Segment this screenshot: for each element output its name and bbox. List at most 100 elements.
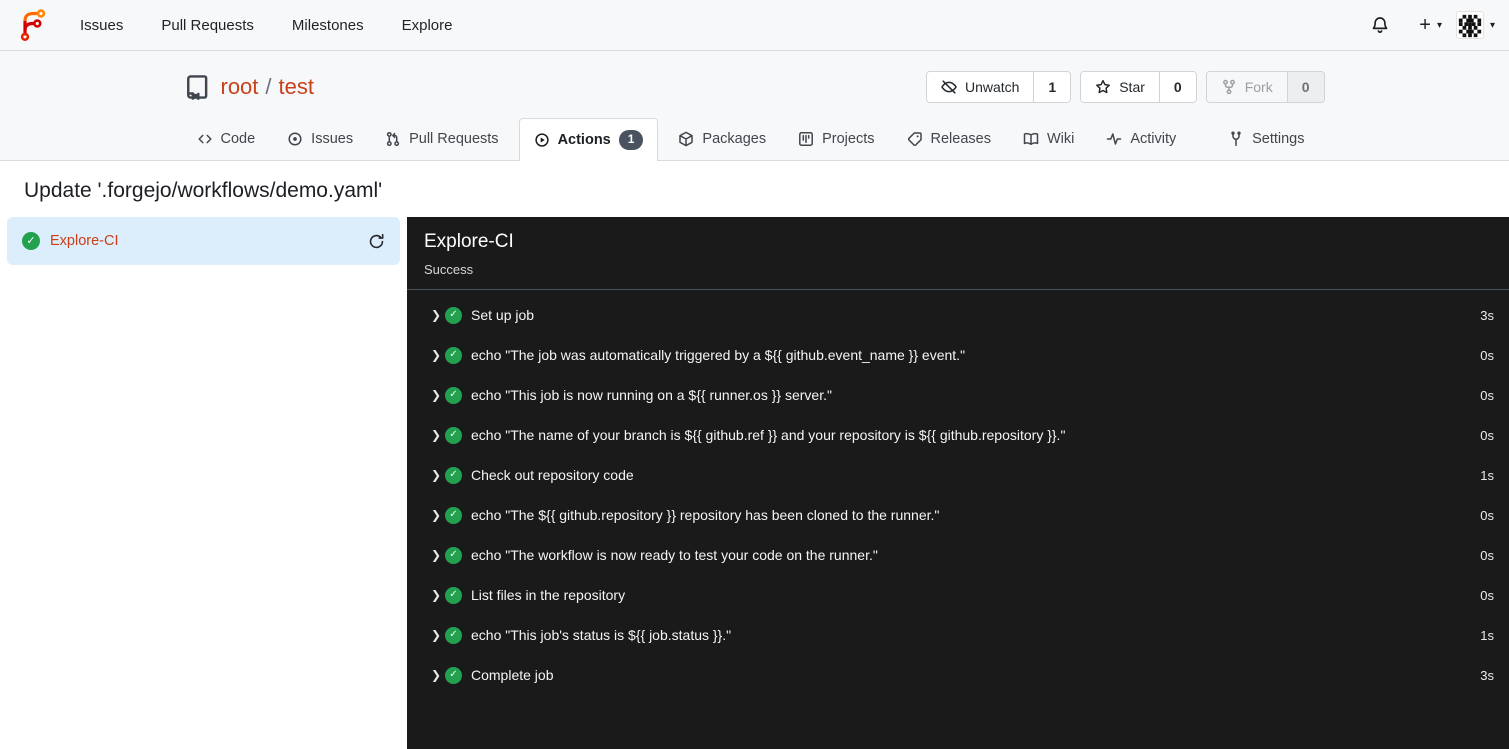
job-label: Explore-CI — [50, 233, 119, 249]
tab-pull-requests[interactable]: Pull Requests — [373, 118, 510, 160]
repo-action-buttons: Unwatch 1 Star 0 Fork 0 — [925, 71, 1325, 103]
star-count[interactable]: 0 — [1158, 72, 1196, 102]
repo-separator: / — [265, 74, 272, 99]
chevron-right-icon[interactable]: ❯ — [431, 348, 445, 362]
avatar — [1455, 11, 1484, 39]
caret-down-icon: ▾ — [1489, 19, 1495, 31]
navbar-right: + ▾ ▾ — [1371, 11, 1495, 39]
fork-button-group: Fork 0 — [1205, 71, 1325, 103]
chevron-right-icon[interactable]: ❯ — [431, 468, 445, 482]
step-row[interactable]: ❯ ✓ echo "The name of your branch is ${{… — [407, 415, 1509, 455]
play-circle-icon — [534, 133, 549, 147]
step-duration: 0s — [1480, 427, 1494, 443]
tab-code[interactable]: Code — [185, 118, 268, 160]
tab-settings[interactable]: Settings — [1216, 118, 1316, 160]
step-name: Complete job — [471, 667, 554, 683]
pulse-icon — [1107, 133, 1122, 145]
chevron-right-icon[interactable]: ❯ — [431, 668, 445, 682]
step-success-icon: ✓ — [445, 626, 462, 644]
step-row[interactable]: ❯ ✓ List files in the repository 0s — [407, 575, 1509, 615]
step-row[interactable]: ❯ ✓ Complete job 3s — [407, 655, 1509, 695]
chevron-right-icon[interactable]: ❯ — [431, 628, 445, 642]
watch-button-group: Unwatch 1 — [925, 71, 1072, 103]
nav-milestones[interactable]: Milestones — [292, 17, 364, 34]
step-duration: 0s — [1480, 507, 1494, 523]
watch-count[interactable]: 1 — [1033, 72, 1071, 102]
step-success-icon: ✓ — [445, 546, 462, 564]
chevron-right-icon[interactable]: ❯ — [431, 588, 445, 602]
step-success-icon: ✓ — [445, 346, 462, 364]
step-name: List files in the repository — [471, 587, 626, 603]
job-list-item[interactable]: ✓ Explore-CI — [7, 217, 400, 265]
step-row[interactable]: ❯ ✓ echo "The workflow is now ready to t… — [407, 535, 1509, 575]
job-run-panel: Explore-CI Success ❯ ✓ Set up job 3s ❯ ✓… — [407, 217, 1509, 749]
job-success-check-icon: ✓ — [22, 232, 40, 250]
plus-icon: + — [1419, 14, 1431, 36]
top-navbar: Issues Pull Requests Milestones Explore … — [0, 0, 1509, 51]
fork-button: Fork — [1206, 72, 1287, 102]
step-success-icon: ✓ — [445, 586, 462, 604]
chevron-right-icon[interactable]: ❯ — [431, 508, 445, 522]
step-row[interactable]: ❯ ✓ Set up job 3s — [407, 295, 1509, 335]
step-row[interactable]: ❯ ✓ echo "This job is now running on a $… — [407, 375, 1509, 415]
step-row[interactable]: ❯ ✓ echo "The job was automatically trig… — [407, 335, 1509, 375]
step-duration: 3s — [1480, 667, 1494, 683]
chevron-right-icon[interactable]: ❯ — [431, 548, 445, 562]
step-row[interactable]: ❯ ✓ echo "This job's status is ${{ job.s… — [407, 615, 1509, 655]
step-success-icon: ✓ — [445, 666, 462, 684]
forgejo-logo-icon — [20, 9, 46, 41]
unwatch-button[interactable]: Unwatch — [926, 72, 1034, 102]
code-icon — [197, 134, 212, 144]
nav-pull-requests[interactable]: Pull Requests — [161, 17, 254, 34]
tab-projects[interactable]: Projects — [786, 118, 886, 160]
tab-issues[interactable]: Issues — [275, 118, 365, 160]
step-success-icon: ✓ — [445, 426, 462, 444]
fork-icon — [1222, 79, 1235, 95]
page: Issues Pull Requests Milestones Explore … — [0, 0, 1509, 749]
repo-owner-link[interactable]: root — [221, 74, 259, 99]
create-new-button[interactable]: + ▾ — [1419, 15, 1442, 35]
fork-count: 0 — [1286, 72, 1324, 102]
nav-explore[interactable]: Explore — [402, 17, 453, 34]
step-duration: 3s — [1480, 307, 1494, 323]
tab-releases[interactable]: Releases — [895, 118, 1003, 160]
star-icon — [1096, 79, 1111, 94]
main-nav: Issues Pull Requests Milestones Explore — [80, 17, 452, 34]
repo-tabs: Code Issues Pull Requests Actions 1 Pack… — [185, 117, 1325, 161]
step-duration: 0s — [1480, 587, 1494, 603]
issue-icon — [288, 132, 302, 146]
step-name: echo "The ${{ github.repository }} repos… — [471, 507, 940, 523]
step-name: echo "The name of your branch is ${{ git… — [471, 427, 1066, 443]
forgejo-logo[interactable] — [18, 9, 48, 41]
tab-packages[interactable]: Packages — [666, 118, 778, 160]
step-name: echo "The workflow is now ready to test … — [471, 547, 878, 563]
repo-breadcrumb: root / test — [221, 74, 315, 100]
tab-actions[interactable]: Actions 1 — [518, 118, 659, 161]
book-icon — [1023, 132, 1039, 145]
chevron-right-icon[interactable]: ❯ — [431, 428, 445, 442]
step-duration: 1s — [1480, 627, 1494, 643]
run-layout: ✓ Explore-CI Explore-CI Success ❯ ✓ Set … — [0, 217, 1509, 749]
pull-request-icon — [386, 131, 400, 147]
tab-activity[interactable]: Activity — [1094, 118, 1188, 160]
repo-header: root / test Unwatch 1 Star 0 Fork 0 Code… — [0, 51, 1509, 161]
repo-name-link[interactable]: test — [279, 74, 314, 99]
run-panel-header: Explore-CI Success — [407, 217, 1509, 290]
chevron-right-icon[interactable]: ❯ — [431, 308, 445, 322]
step-duration: 1s — [1480, 467, 1494, 483]
repo-icon — [185, 74, 211, 100]
refresh-icon[interactable] — [368, 233, 385, 250]
star-button[interactable]: Star — [1081, 72, 1159, 102]
nav-issues[interactable]: Issues — [80, 17, 123, 34]
tools-icon — [1231, 131, 1241, 146]
user-menu-button[interactable]: ▾ — [1455, 11, 1495, 39]
chevron-right-icon[interactable]: ❯ — [431, 388, 445, 402]
step-duration: 0s — [1480, 547, 1494, 563]
step-name: echo "This job's status is ${{ job.statu… — [471, 627, 732, 643]
step-row[interactable]: ❯ ✓ echo "The ${{ github.repository }} r… — [407, 495, 1509, 535]
job-sidebar: ✓ Explore-CI — [0, 217, 407, 749]
notifications-button[interactable] — [1371, 16, 1389, 34]
run-job-title: Explore-CI — [424, 231, 514, 252]
tab-wiki[interactable]: Wiki — [1011, 118, 1086, 160]
step-row[interactable]: ❯ ✓ Check out repository code 1s — [407, 455, 1509, 495]
